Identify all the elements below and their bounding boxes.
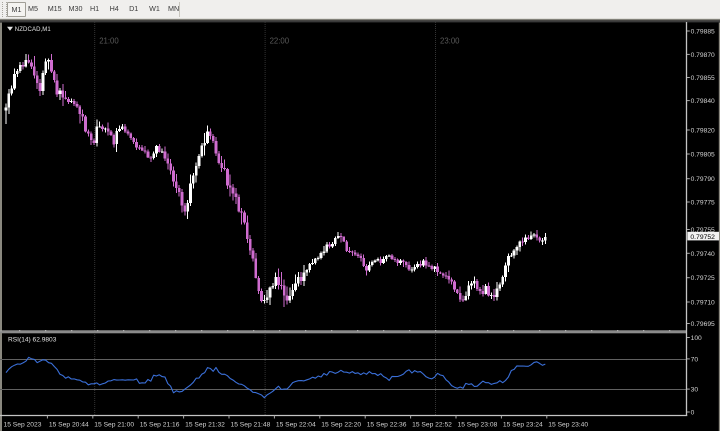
svg-text:0.79790: 0.79790 — [691, 176, 715, 183]
svg-text:15 Sep 21:48: 15 Sep 21:48 — [231, 421, 271, 428]
svg-text:15 Sep 23:40: 15 Sep 23:40 — [548, 421, 588, 428]
svg-text:70: 70 — [691, 356, 699, 363]
svg-text:15 Sep 23:24: 15 Sep 23:24 — [503, 421, 543, 428]
svg-text:0.79775: 0.79775 — [691, 200, 715, 207]
svg-text:0: 0 — [691, 410, 695, 417]
svg-text:15 Sep 21:32: 15 Sep 21:32 — [185, 421, 225, 428]
svg-text:0.79870: 0.79870 — [691, 52, 715, 59]
svg-text:0.79820: 0.79820 — [691, 128, 715, 135]
svg-text:15 Sep 21:00: 15 Sep 21:00 — [94, 421, 134, 428]
svg-text:0.79752: 0.79752 — [690, 234, 715, 241]
svg-text:0.79740: 0.79740 — [691, 251, 715, 258]
svg-text:30: 30 — [691, 387, 699, 394]
svg-text:21:00: 21:00 — [99, 37, 119, 46]
svg-text:22:00: 22:00 — [270, 37, 290, 46]
svg-text:15 Sep 22:52: 15 Sep 22:52 — [412, 421, 452, 428]
svg-text:RSI(14) 62.9803: RSI(14) 62.9803 — [8, 336, 57, 343]
svg-text:15 Sep 21:16: 15 Sep 21:16 — [140, 421, 180, 428]
svg-text:0.79710: 0.79710 — [691, 300, 715, 307]
svg-text:0.79805: 0.79805 — [691, 152, 715, 159]
svg-text:0.79840: 0.79840 — [691, 98, 715, 105]
svg-text:15 Sep 22:36: 15 Sep 22:36 — [367, 421, 407, 428]
svg-text:15 Sep 23:08: 15 Sep 23:08 — [458, 421, 498, 428]
svg-text:0.79855: 0.79855 — [691, 75, 715, 82]
svg-text:NZDCAD,M1: NZDCAD,M1 — [15, 27, 52, 33]
svg-text:0.79725: 0.79725 — [691, 275, 715, 282]
svg-text:23:00: 23:00 — [440, 37, 460, 46]
svg-text:15 Sep 2023: 15 Sep 2023 — [4, 421, 42, 428]
svg-text:100: 100 — [691, 335, 702, 342]
svg-text:0.79885: 0.79885 — [691, 29, 715, 36]
svg-text:0.79695: 0.79695 — [691, 321, 715, 328]
svg-text:15 Sep 22:04: 15 Sep 22:04 — [276, 421, 316, 428]
svg-text:15 Sep 22:20: 15 Sep 22:20 — [321, 421, 361, 428]
svg-text:15 Sep 20:44: 15 Sep 20:44 — [49, 421, 89, 428]
